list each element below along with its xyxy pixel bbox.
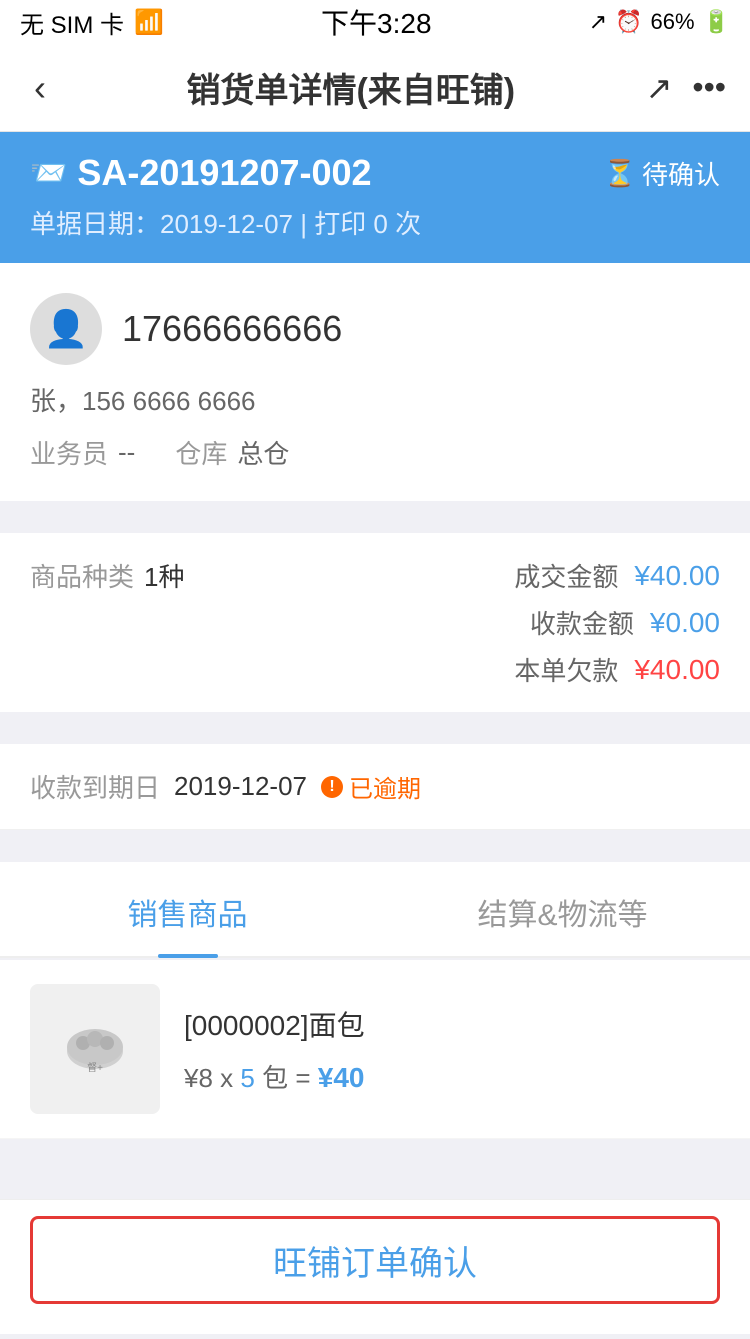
warehouse-item: 仓库 总仓 (175, 434, 289, 471)
overdue-dot-icon: ! (321, 776, 343, 798)
share-icon[interactable]: ↗ (646, 69, 673, 107)
product-type-item: 商品种类 1种 (30, 557, 184, 594)
page-title: 销货单详情(来自旺铺) (186, 63, 515, 112)
summary-section: 商品种类 1种 成交金额 ¥40.00 收款金额 ¥0.00 本单欠款 ¥40.… (0, 533, 750, 712)
customer-meta: 业务员 -- 仓库 总仓 (30, 434, 720, 471)
sales-rep-item: 业务员 -- (30, 434, 135, 471)
more-icon[interactable]: ••• (692, 69, 726, 106)
customer-card: 👤 17666666666 张，156 6666 6666 业务员 -- 仓库 … (0, 263, 750, 501)
nav-actions: ↗ ••• (646, 69, 726, 107)
carrier-text: 无 SIM 卡 (20, 5, 124, 40)
alarm-icon: ⏰ (615, 9, 642, 35)
status-bar-time: 下午3:28 (321, 2, 432, 42)
order-status: ⏳ 待确认 (604, 155, 720, 192)
nav-bar: ‹ 销货单详情(来自旺铺) ↗ ••• (0, 44, 750, 132)
tab-sales[interactable]: 销售商品 (0, 862, 375, 956)
back-icon: ‹ (34, 67, 46, 108)
due-section: 收款到期日 2019-12-07 ! 已逾期 (0, 744, 750, 830)
due-date: 2019-12-07 (174, 771, 307, 802)
confirm-order-button[interactable]: 旺铺订单确认 (30, 1216, 720, 1304)
overdue-badge: ! 已逾期 (321, 769, 421, 804)
tabs-container: 销售商品 结算&物流等 (0, 862, 750, 958)
status-bar: 无 SIM 卡 📶 下午3:28 ↗ ⏰ 66% 🔋 (0, 0, 750, 44)
order-header-top: 📨 SA-20191207-002 ⏳ 待确认 (30, 152, 720, 194)
divider-3 (0, 830, 750, 846)
amount-value-1: ¥0.00 (650, 607, 720, 639)
amount-value-2: ¥40.00 (634, 654, 720, 686)
divider-1 (0, 501, 750, 517)
sales-rep-label: 业务员 (30, 434, 108, 471)
location-icon: ↗ (589, 9, 607, 35)
amount-label-0: 成交金额 (514, 557, 618, 594)
summary-right: 成交金额 ¥40.00 收款金额 ¥0.00 本单欠款 ¥40.00 (514, 557, 720, 688)
product-price: ¥8 x 5 包 = ¥40 (184, 1058, 720, 1095)
price-base: ¥8 (184, 1063, 213, 1093)
back-button[interactable]: ‹ (24, 57, 56, 119)
product-type-label: 商品种类 (30, 557, 134, 594)
order-header: 📨 SA-20191207-002 ⏳ 待确认 单据日期：2019-12-07 … (0, 132, 750, 263)
battery-text: 66% (651, 9, 695, 35)
avatar-icon: 👤 (44, 308, 89, 350)
product-list: 督+ [0000002]面包 ¥8 x 5 包 = ¥40 (0, 960, 750, 1139)
customer-phone: 17666666666 (122, 308, 342, 350)
customer-top: 👤 17666666666 (30, 293, 720, 365)
product-thumbnail: 督+ (30, 984, 160, 1114)
price-equals: = (295, 1063, 317, 1093)
amount-label-2: 本单欠款 (514, 651, 618, 688)
order-meta: 单据日期：2019-12-07 | 打印 0 次 (30, 204, 720, 241)
tab-settlement[interactable]: 结算&物流等 (375, 862, 750, 956)
avatar: 👤 (30, 293, 102, 365)
price-quantity: 5 (240, 1063, 254, 1093)
order-icon: 📨 (30, 156, 67, 191)
summary-left: 商品种类 1种 (30, 557, 184, 594)
price-total: ¥40 (318, 1062, 365, 1093)
status-bar-left: 无 SIM 卡 📶 (20, 5, 164, 40)
product-type-value: 1种 (144, 557, 184, 594)
amount-row-2: 本单欠款 ¥40.00 (514, 651, 720, 688)
price-multiply: x (220, 1063, 240, 1093)
order-id: 📨 SA-20191207-002 (30, 152, 372, 194)
clock-icon: ⏳ (604, 158, 636, 189)
overdue-text: 已逾期 (349, 769, 421, 804)
status-text: 待确认 (642, 155, 720, 192)
amount-row-1: 收款金额 ¥0.00 (530, 604, 720, 641)
product-name: [0000002]面包 (184, 1004, 720, 1044)
sales-rep-value: -- (118, 437, 135, 468)
bottom-bar: 旺铺订单确认 (0, 1199, 750, 1334)
tab-sales-label: 销售商品 (128, 899, 248, 932)
warehouse-value: 总仓 (237, 434, 289, 471)
order-id-text: SA-20191207-002 (77, 152, 371, 194)
amount-label-1: 收款金额 (530, 604, 634, 641)
svg-text:督+: 督+ (87, 1061, 103, 1074)
status-bar-right: ↗ ⏰ 66% 🔋 (589, 9, 730, 35)
customer-name: 张，156 6666 6666 (30, 381, 720, 418)
amount-value-0: ¥40.00 (634, 560, 720, 592)
divider-2 (0, 712, 750, 728)
wifi-icon: 📶 (134, 8, 164, 37)
product-info: [0000002]面包 ¥8 x 5 包 = ¥40 (184, 1004, 720, 1095)
warehouse-label: 仓库 (175, 434, 227, 471)
amount-row-0: 成交金额 ¥40.00 (514, 557, 720, 594)
product-thumb-svg: 督+ (55, 1019, 135, 1079)
price-unit: 包 (262, 1063, 288, 1093)
due-label: 收款到期日 (30, 768, 160, 805)
product-item-0: 督+ [0000002]面包 ¥8 x 5 包 = ¥40 (0, 960, 750, 1139)
battery-icon: 🔋 (703, 9, 730, 35)
tab-settlement-label: 结算&物流等 (477, 899, 647, 932)
